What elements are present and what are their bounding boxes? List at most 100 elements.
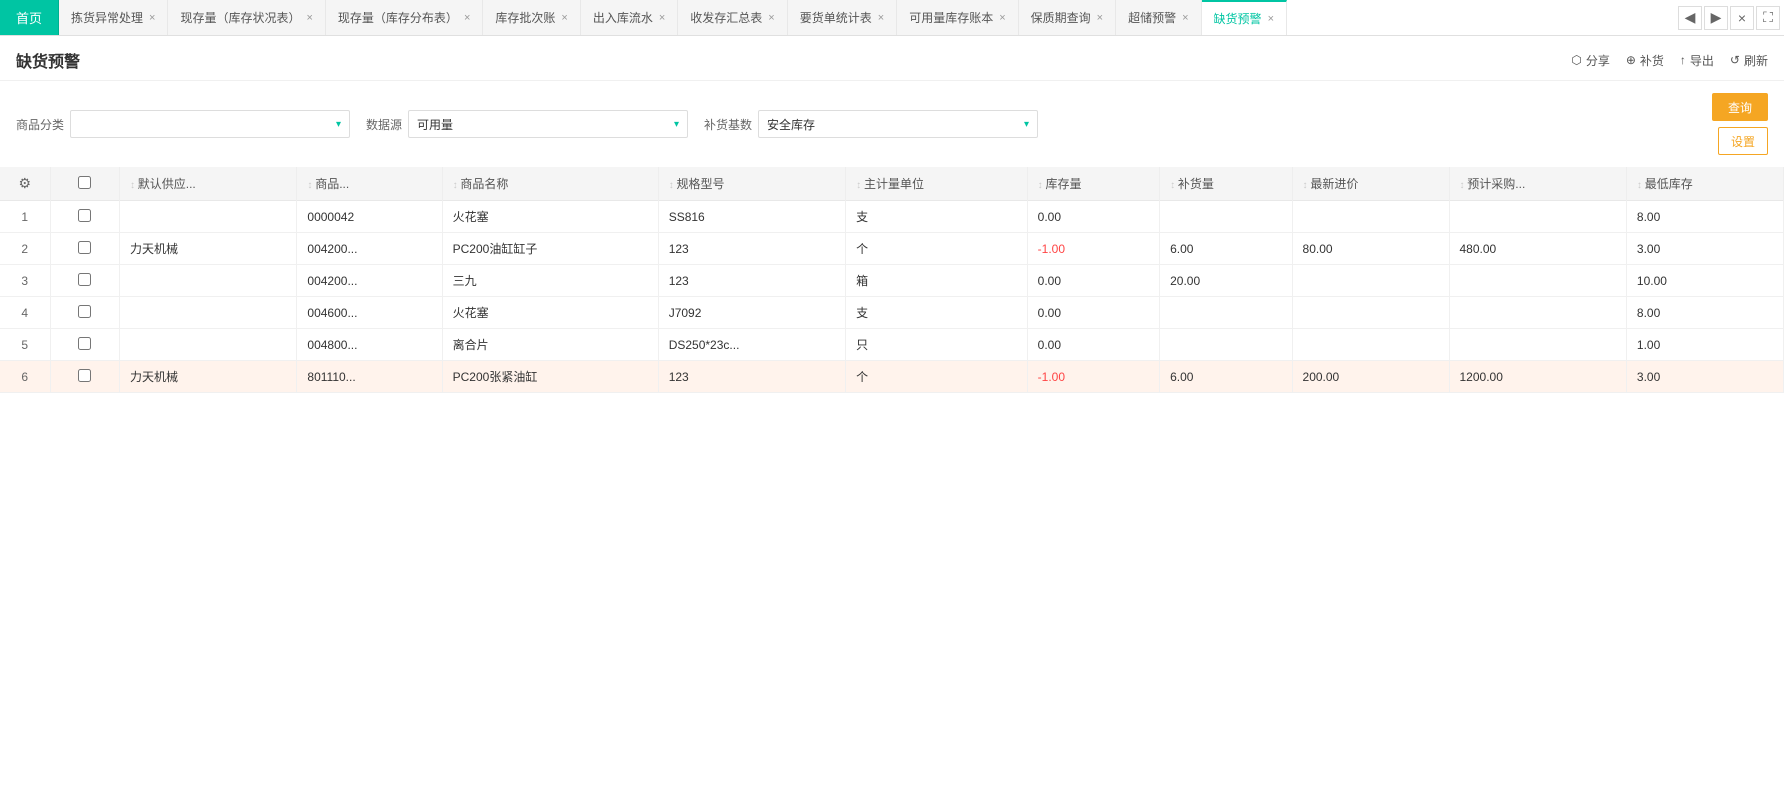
row-product-code: 0000042	[297, 201, 442, 233]
page-container: 缺货预警 ⬡ 分享 ⊕ 补货 ↑ 导出 ↺ 刷新 商品分类	[0, 36, 1784, 796]
tab-nav-next[interactable]: ▶	[1704, 6, 1728, 30]
datasource-select[interactable]: 可用量 ▾	[408, 110, 688, 138]
table-row: 1 0000042 火花塞 SS816 支 0.00 8.00	[0, 201, 1784, 233]
share-button[interactable]: ⬡ 分享	[1571, 52, 1610, 69]
tab-collect[interactable]: 收发存汇总表 ×	[678, 0, 787, 35]
row-no: 1	[0, 201, 50, 233]
row-supplier	[119, 201, 296, 233]
tab-inventory-dist-close[interactable]: ×	[464, 12, 470, 24]
tab-expiry[interactable]: 保质期查询 ×	[1019, 0, 1116, 35]
tab-inventory-status-close[interactable]: ×	[306, 12, 312, 24]
row-latest-price: 80.00	[1292, 233, 1449, 265]
tab-shortage-close[interactable]: ×	[1268, 13, 1274, 25]
tab-home[interactable]: 首页	[0, 0, 59, 35]
tab-available-close[interactable]: ×	[999, 12, 1005, 24]
replenish-base-value: 安全库存	[767, 116, 815, 133]
col-stock[interactable]: 库存量	[1027, 167, 1159, 201]
tab-flow[interactable]: 出入库流水 ×	[581, 0, 678, 35]
tab-close-current[interactable]: ×	[1730, 6, 1754, 30]
category-select[interactable]: ▾	[70, 110, 350, 138]
filter-action-group: 查询 设置	[1712, 93, 1768, 155]
col-product-name[interactable]: 商品名称	[442, 167, 658, 201]
export-button[interactable]: ↑ 导出	[1680, 52, 1714, 69]
tab-inventory-dist-label: 现存量（库存分布表）	[338, 9, 458, 26]
replenish-button[interactable]: ⊕ 补货	[1626, 52, 1664, 69]
tab-batch-close[interactable]: ×	[561, 12, 567, 24]
col-min-stock[interactable]: 最低库存	[1626, 167, 1783, 201]
row-checkbox-cell	[50, 233, 119, 265]
col-spec[interactable]: 规格型号	[658, 167, 845, 201]
row-stock: 0.00	[1027, 329, 1159, 361]
col-min-stock-label: 最低库存	[1645, 177, 1693, 191]
tab-shortage[interactable]: 缺货预警 ×	[1202, 0, 1287, 35]
row-replenish	[1160, 329, 1292, 361]
table-row: 3 004200... 三九 123 箱 0.00 20.00 10.00	[0, 265, 1784, 297]
tab-fullscreen[interactable]: ⛶	[1756, 6, 1780, 30]
tab-inventory-status-label: 现存量（库存状况表）	[180, 9, 300, 26]
tab-demand-label: 要货单统计表	[800, 9, 872, 26]
query-button[interactable]: 查询	[1712, 93, 1768, 121]
row-est-purchase	[1449, 201, 1626, 233]
category-filter-group: 商品分类 ▾	[16, 110, 350, 138]
tab-exception-close[interactable]: ×	[149, 12, 155, 24]
tab-batch[interactable]: 库存批次账 ×	[483, 0, 580, 35]
tab-overstock-close[interactable]: ×	[1182, 12, 1188, 24]
col-est-purchase[interactable]: 预计采购...	[1449, 167, 1626, 201]
tab-expiry-close[interactable]: ×	[1097, 12, 1103, 24]
data-table: ⚙ 默认供应... 商品... 商品名称 规格型号	[0, 167, 1784, 393]
row-replenish: 6.00	[1160, 233, 1292, 265]
col-stock-label: 库存量	[1045, 177, 1081, 191]
row-checkbox[interactable]	[78, 241, 91, 254]
tab-inventory-status[interactable]: 现存量（库存状况表） ×	[168, 0, 325, 35]
row-checkbox[interactable]	[78, 273, 91, 286]
col-settings[interactable]: ⚙	[0, 167, 50, 201]
tab-exception[interactable]: 拣货异常处理 ×	[59, 0, 168, 35]
tab-inventory-dist[interactable]: 现存量（库存分布表） ×	[326, 0, 483, 35]
tab-overstock[interactable]: 超储预警 ×	[1116, 0, 1201, 35]
tab-batch-label: 库存批次账	[495, 9, 555, 26]
table-row: 2 力天机械 004200... PC200油缸缸子 123 个 -1.00 6…	[0, 233, 1784, 265]
tab-available[interactable]: 可用量库存账本 ×	[897, 0, 1018, 35]
tab-shortage-label: 缺货预警	[1214, 10, 1262, 27]
refresh-button[interactable]: ↺ 刷新	[1730, 52, 1768, 69]
row-est-purchase	[1449, 297, 1626, 329]
col-supplier[interactable]: 默认供应...	[119, 167, 296, 201]
col-unit[interactable]: 主计量单位	[846, 167, 1028, 201]
row-no: 4	[0, 297, 50, 329]
page-header: 缺货预警 ⬡ 分享 ⊕ 补货 ↑ 导出 ↺ 刷新	[0, 36, 1784, 81]
row-checkbox[interactable]	[78, 337, 91, 350]
row-replenish: 20.00	[1160, 265, 1292, 297]
row-latest-price	[1292, 297, 1449, 329]
tab-nav-prev[interactable]: ◀	[1678, 6, 1702, 30]
replenish-base-select[interactable]: 安全库存 ▾	[758, 110, 1038, 138]
settings-button[interactable]: 设置	[1718, 127, 1768, 155]
row-checkbox[interactable]	[78, 305, 91, 318]
datasource-filter-group: 数据源 可用量 ▾	[366, 110, 688, 138]
row-replenish: 6.00	[1160, 361, 1292, 393]
replenish-base-label: 补货基数	[704, 116, 752, 133]
row-min-stock: 10.00	[1626, 265, 1783, 297]
row-stock: -1.00	[1027, 361, 1159, 393]
tab-demand[interactable]: 要货单统计表 ×	[788, 0, 897, 35]
tab-flow-close[interactable]: ×	[659, 12, 665, 24]
tab-demand-close[interactable]: ×	[878, 12, 884, 24]
row-min-stock: 1.00	[1626, 329, 1783, 361]
col-latest-price[interactable]: 最新进价	[1292, 167, 1449, 201]
replenish-label: 补货	[1640, 52, 1664, 69]
row-unit: 支	[846, 201, 1028, 233]
tab-exception-label: 拣货异常处理	[71, 9, 143, 26]
table-wrapper: ⚙ 默认供应... 商品... 商品名称 规格型号	[0, 167, 1784, 393]
header-actions: ⬡ 分享 ⊕ 补货 ↑ 导出 ↺ 刷新	[1571, 52, 1768, 69]
category-chevron-icon: ▾	[336, 119, 341, 130]
table-row: 6 力天机械 801110... PC200张紧油缸 123 个 -1.00 6…	[0, 361, 1784, 393]
tab-collect-close[interactable]: ×	[768, 12, 774, 24]
row-no: 6	[0, 361, 50, 393]
col-replenish[interactable]: 补货量	[1160, 167, 1292, 201]
col-product-code[interactable]: 商品...	[297, 167, 442, 201]
select-all-checkbox[interactable]	[78, 176, 91, 189]
settings-gear-icon[interactable]: ⚙	[18, 175, 31, 192]
row-unit: 个	[846, 233, 1028, 265]
row-product-name: 三九	[442, 265, 658, 297]
row-checkbox[interactable]	[78, 209, 91, 222]
row-checkbox[interactable]	[78, 369, 91, 382]
